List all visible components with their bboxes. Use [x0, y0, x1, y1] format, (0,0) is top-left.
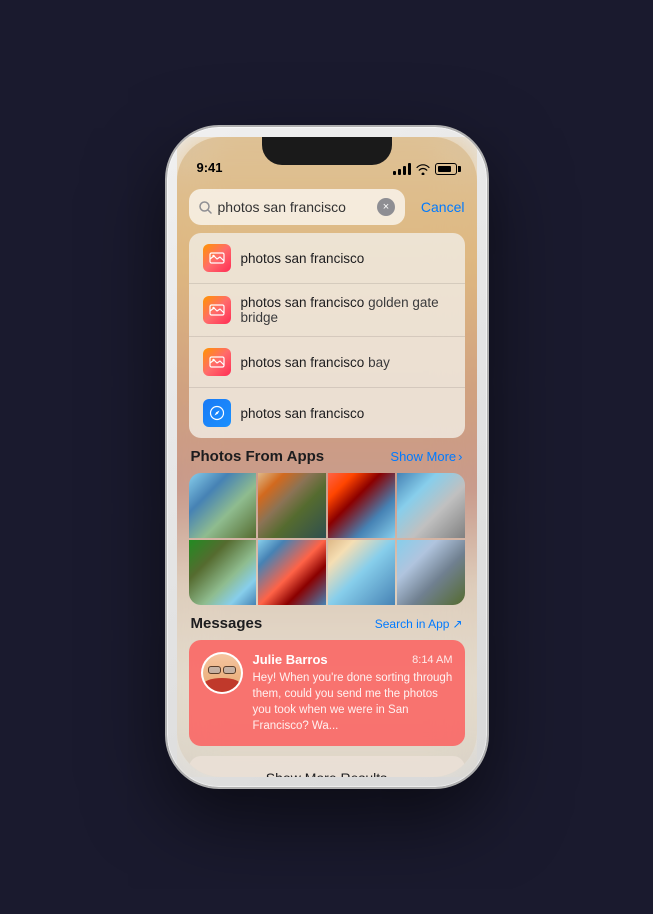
message-sender: Julie Barros	[253, 652, 328, 667]
messages-card[interactable]: Julie Barros 8:14 AM Hey! When you're do…	[189, 640, 465, 746]
suggestion-text-2: photos san francisco golden gate bridge	[241, 295, 451, 325]
suggestion-row[interactable]: photos san francisco bay	[189, 337, 465, 388]
suggestion-text-4: photos san francisco	[241, 406, 451, 421]
suggestion-row-safari[interactable]: photos san francisco	[189, 388, 465, 438]
glass-left	[208, 666, 221, 674]
avatar	[201, 652, 243, 694]
search-cancel-button[interactable]: Cancel	[413, 199, 465, 215]
message-header: Julie Barros 8:14 AM	[253, 652, 453, 667]
messages-section-header: Messages Search in App ↗	[189, 615, 465, 632]
safari-icon	[209, 405, 225, 421]
photo-cell-5[interactable]	[189, 540, 257, 605]
photos-icon-2	[209, 302, 225, 318]
photos-app-icon-2	[203, 296, 231, 324]
suggestion-text-1: photos san francisco	[241, 251, 451, 266]
photos-section-header: Photos From Apps Show More ›	[189, 448, 465, 465]
screen: 9:41	[177, 137, 477, 777]
photos-section-title: Photos From Apps	[191, 448, 325, 465]
photo-cell-1[interactable]	[189, 473, 257, 538]
photo-cell-7[interactable]	[328, 540, 396, 605]
screen-content: photos san francisco × Cancel	[177, 181, 477, 777]
search-clear-button[interactable]: ×	[377, 198, 395, 216]
suggestion-text-3: photos san francisco bay	[241, 355, 451, 370]
suggestion-row[interactable]: photos san francisco	[189, 233, 465, 284]
search-in-app-button[interactable]: Search in App ↗	[375, 617, 463, 631]
photo-cell-4[interactable]	[397, 473, 465, 538]
signal-icon	[393, 163, 411, 175]
photos-from-apps-section: Photos From Apps Show More ›	[189, 448, 465, 605]
search-icon	[199, 201, 212, 214]
photo-grid	[189, 473, 465, 605]
photos-app-icon-3	[203, 348, 231, 376]
search-bar-container: photos san francisco × Cancel	[177, 181, 477, 233]
search-bar[interactable]: photos san francisco ×	[189, 189, 405, 225]
avatar-glasses	[208, 666, 236, 674]
battery-icon	[435, 163, 457, 175]
battery-fill	[438, 166, 452, 172]
wifi-icon	[416, 164, 430, 175]
photos-icon-3	[209, 354, 225, 370]
messages-section: Messages Search in App ↗	[189, 615, 465, 746]
glass-right	[223, 666, 236, 674]
suggestion-row[interactable]: photos san francisco golden gate bridge	[189, 284, 465, 337]
safari-app-icon	[203, 399, 231, 427]
phone-shell: 9:41	[167, 127, 487, 787]
search-input-text: photos san francisco	[218, 199, 371, 215]
message-content: Julie Barros 8:14 AM Hey! When you're do…	[253, 652, 453, 734]
messages-section-title: Messages	[191, 615, 263, 632]
photo-cell-3[interactable]	[328, 473, 396, 538]
phone-wrapper: 9:41	[157, 117, 497, 797]
photo-cell-8[interactable]	[397, 540, 465, 605]
show-more-results-button[interactable]: Show More Results	[189, 756, 465, 777]
notch	[262, 137, 392, 165]
status-time: 9:41	[197, 160, 223, 175]
photos-app-icon	[203, 244, 231, 272]
message-preview: Hey! When you're done sorting through th…	[253, 670, 453, 734]
status-icons	[393, 163, 457, 175]
suggestions-container: photos san francisco	[189, 233, 465, 438]
message-time: 8:14 AM	[412, 654, 452, 666]
photos-show-more-button[interactable]: Show More ›	[390, 449, 462, 464]
photos-icon	[209, 250, 225, 266]
photo-cell-6[interactable]	[258, 540, 326, 605]
show-more-results-label: Show More Results	[266, 770, 387, 777]
photo-cell-2[interactable]	[258, 473, 326, 538]
avatar-face	[203, 654, 241, 692]
